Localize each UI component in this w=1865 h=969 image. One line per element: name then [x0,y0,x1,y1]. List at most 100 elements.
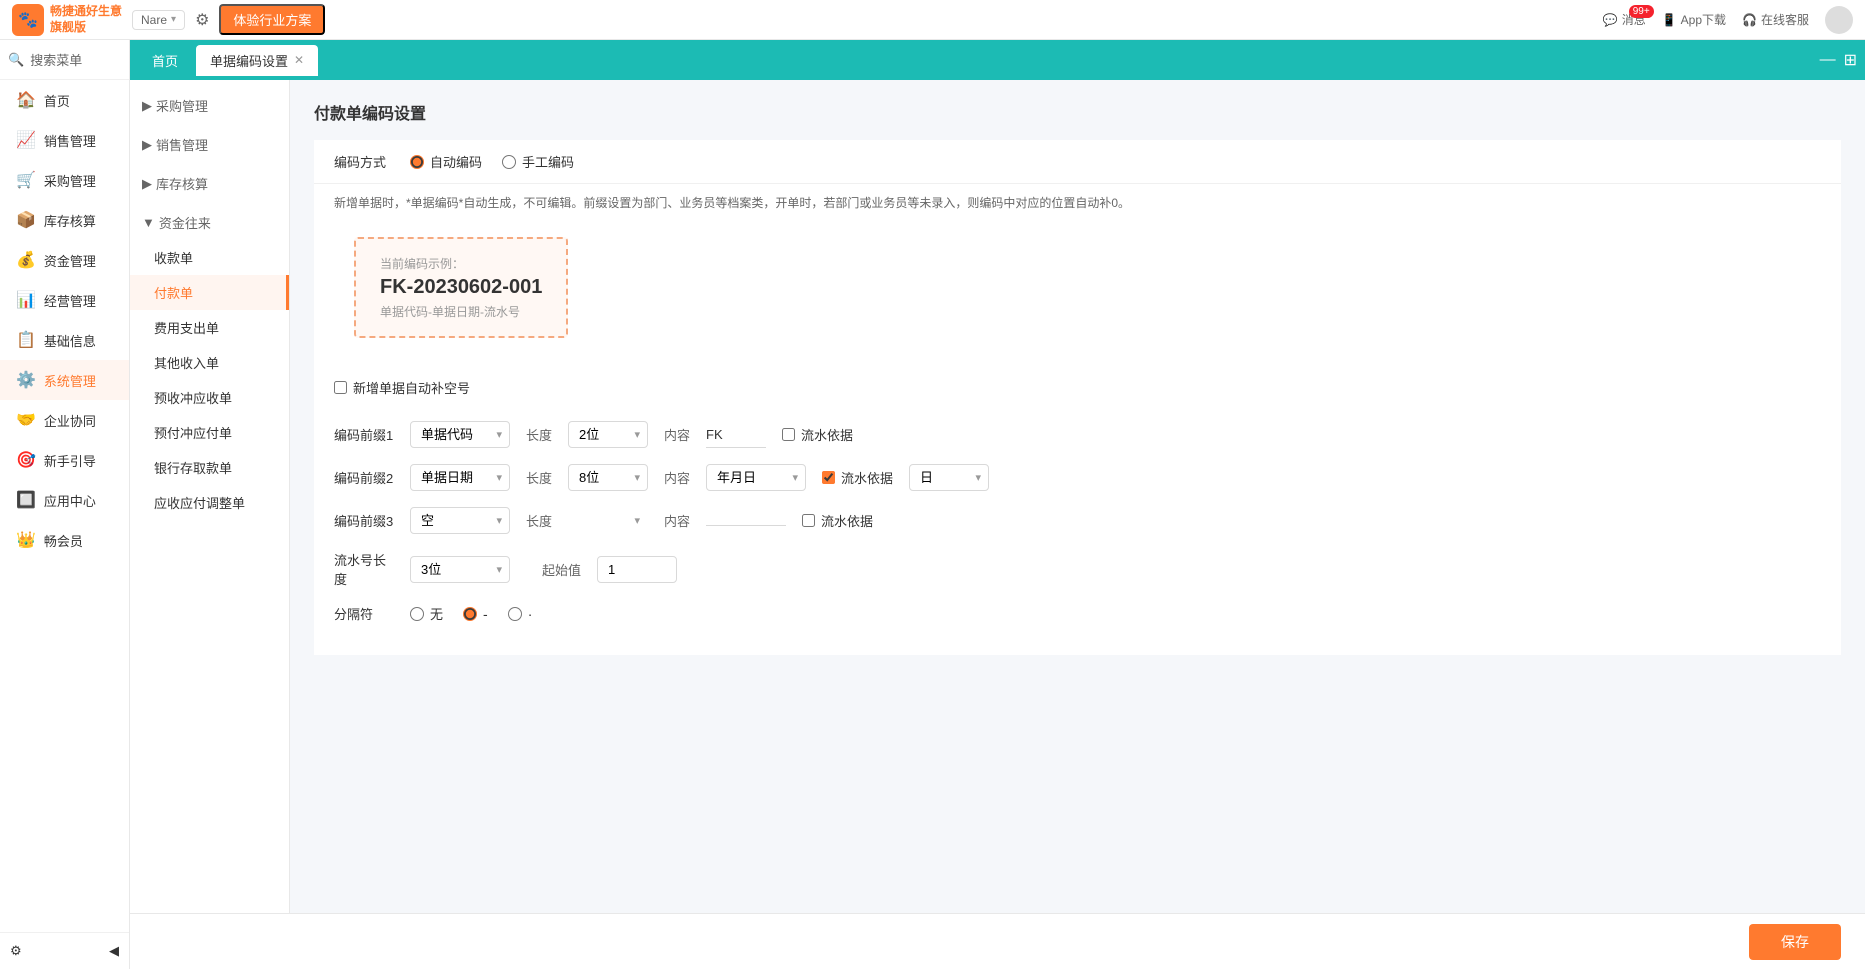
prefix1-stream-checkbox[interactable] [782,428,795,441]
prefix3-stream-label[interactable]: 流水依据 [802,511,873,530]
sub-item-pre-pay-offset[interactable]: 预付冲应付单 [130,415,289,450]
sub-group-inventory-title[interactable]: ▶ 库存核算 [130,166,289,201]
auto-encode-radio[interactable] [410,155,424,169]
inventory-icon: 📦 [16,210,36,230]
manual-encode-label[interactable]: 手工编码 [502,152,574,171]
serial-length-select[interactable]: 3位 [410,556,510,583]
encoding-note: 新增单据时，*单据编码*自动生成，不可编辑。前缀设置为部门、业务员等档案类，开单… [314,184,1841,221]
prefix2-length-label: 长度 [526,468,552,487]
prefix1-label: 编码前缀1 [334,425,394,444]
tab-close-icon[interactable]: ✕ [294,53,304,67]
finance-icon: 💰 [16,250,36,270]
settings-icon[interactable]: ⚙ [195,10,209,30]
encoding-type-section: 编码方式 自动编码 手工编码 新增单据时，*单据编码* [314,140,1841,655]
sub-item-payment[interactable]: 付款单 [130,275,289,310]
sub-item-expense[interactable]: 费用支出单 [130,310,289,345]
company-select[interactable]: Nare ▾ [132,10,185,30]
chevron-down-icon-sub: ▼ [142,215,155,230]
sidebar-item-home[interactable]: 🏠 首页 [0,80,129,120]
prefix1-select[interactable]: 单据代码 [410,421,510,448]
prefix3-stream-checkbox[interactable] [802,514,815,527]
avatar[interactable] [1825,6,1853,34]
sidebar-item-basic-info[interactable]: 📋 基础信息 [0,320,129,360]
sidebar-item-member[interactable]: 👑 畅会员 [0,520,129,560]
sales-icon: 📈 [16,130,36,150]
serial-start-input[interactable] [597,556,677,583]
prefix1-length-select[interactable]: 2位 [568,421,648,448]
prefix2-select-wrapper: 单据日期 [410,464,510,491]
message-item[interactable]: 💬 消息 99+ [1603,11,1646,28]
sidebar-item-system[interactable]: ⚙️ 系统管理 [0,360,129,400]
sub-item-pre-receipt-offset[interactable]: 预收冲应收单 [130,380,289,415]
prefix3-select[interactable]: 空 [410,507,510,534]
enterprise-icon: 🤝 [16,410,36,430]
content-area: ▶ 采购管理 ▶ 销售管理 ▶ 库存核算 [130,80,1865,913]
sub-group-purchase: ▶ 采购管理 [130,88,289,123]
auto-encode-label[interactable]: 自动编码 [410,152,482,171]
prefix2-label: 编码前缀2 [334,468,394,487]
tab-maximize-icon[interactable]: ⊞ [1844,50,1857,70]
code-preview-label: 当前编码示例： [380,255,542,272]
chevron-down-icon: ▾ [171,14,176,25]
separator-dash-label[interactable]: - [463,606,488,622]
tab-encoding-settings[interactable]: 单据编码设置 ✕ [196,45,318,76]
separator-radio-group: 无 - · [410,604,532,623]
save-button[interactable]: 保存 [1749,924,1841,960]
separator-none-radio[interactable] [410,607,424,621]
sidebar-item-purchase[interactable]: 🛒 采购管理 [0,160,129,200]
sidebar-item-finance[interactable]: 💰 资金管理 [0,240,129,280]
prefix2-length-select[interactable]: 8位 [568,464,648,491]
form-row-separator: 分隔符 无 - [334,604,1821,623]
sub-group-capital: ▼ 资金往来 收款单 付款单 费用支出单 其他收入单 预收冲应收单 预付冲应付单… [130,205,289,520]
sidebar-item-operations[interactable]: 📊 经营管理 [0,280,129,320]
sub-group-capital-title[interactable]: ▼ 资金往来 [130,205,289,240]
prefix1-stream-label[interactable]: 流水依据 [782,425,853,444]
search-menu[interactable]: 🔍 搜索菜单 [0,40,129,80]
prefix2-stream-label[interactable]: 流水依据 [822,468,893,487]
app-download-item[interactable]: 📱 App下载 [1662,11,1726,28]
prefix2-stream-unit-select[interactable]: 日 [909,464,989,491]
sub-item-receipt[interactable]: 收款单 [130,240,289,275]
prefix1-content-value: FK [706,422,766,448]
sidebar-item-app-center[interactable]: 🔲 应用中心 [0,480,129,520]
tab-minimize-icon[interactable]: — [1820,51,1836,69]
manual-encode-radio[interactable] [502,155,516,169]
encoding-type-label: 编码方式 [334,152,386,171]
online-service-item[interactable]: 🎧 在线客服 [1742,11,1809,28]
autofill-checkbox[interactable] [334,381,347,394]
prefix2-content-select[interactable]: 年月日 [706,464,806,491]
settings-bottom-icon[interactable]: ⚙ [10,943,22,959]
top-bar-right: 💬 消息 99+ 📱 App下载 🎧 在线客服 [1603,6,1853,34]
prefix2-stream-checkbox[interactable] [822,471,835,484]
tab-home[interactable]: 首页 [138,45,192,76]
sidebar-item-guide[interactable]: 🎯 新手引导 [0,440,129,480]
collapse-icon[interactable]: ◀ [109,943,119,959]
sidebar-item-sales[interactable]: 📈 销售管理 [0,120,129,160]
sub-item-other-income[interactable]: 其他收入单 [130,345,289,380]
sub-item-bank[interactable]: 银行存取款单 [130,450,289,485]
prefix2-content-select-wrapper: 年月日 [706,464,806,491]
sidebar-item-inventory[interactable]: 📦 库存核算 [0,200,129,240]
sub-group-sales-title[interactable]: ▶ 销售管理 [130,127,289,162]
sub-item-adjustment[interactable]: 应收应付调整单 [130,485,289,520]
separator-dot-label[interactable]: · [508,606,533,622]
page-title: 付款单编码设置 [314,100,1841,124]
guide-icon: 🎯 [16,450,36,470]
chevron-right-icon: ▶ [142,98,152,114]
prefix2-select[interactable]: 单据日期 [410,464,510,491]
sidebar: 🔍 搜索菜单 🏠 首页 📈 销售管理 🛒 采购管理 📦 库存核算 💰 资金管理 … [0,40,130,969]
prefix3-select-wrapper: 空 [410,507,510,534]
prefix3-content-value [706,515,786,526]
code-preview-value: FK-20230602-001 [380,276,542,299]
trial-button[interactable]: 体验行业方案 [219,4,325,35]
sidebar-item-enterprise[interactable]: 🤝 企业协同 [0,400,129,440]
separator-dash-radio[interactable] [463,607,477,621]
separator-none-label[interactable]: 无 [410,604,443,623]
main-layout: 🔍 搜索菜单 🏠 首页 📈 销售管理 🛒 采购管理 📦 库存核算 💰 资金管理 … [0,40,1865,969]
chevron-right-icon-2: ▶ [142,137,152,153]
top-bar: 🐾 畅捷通好生意 旗舰版 Nare ▾ ⚙ 体验行业方案 💬 消息 99+ 📱 … [0,0,1865,40]
autofill-checkbox-label[interactable]: 新增单据自动补空号 [334,378,470,397]
separator-dot-radio[interactable] [508,607,522,621]
home-icon: 🏠 [16,90,36,110]
sub-group-purchase-title[interactable]: ▶ 采购管理 [130,88,289,123]
